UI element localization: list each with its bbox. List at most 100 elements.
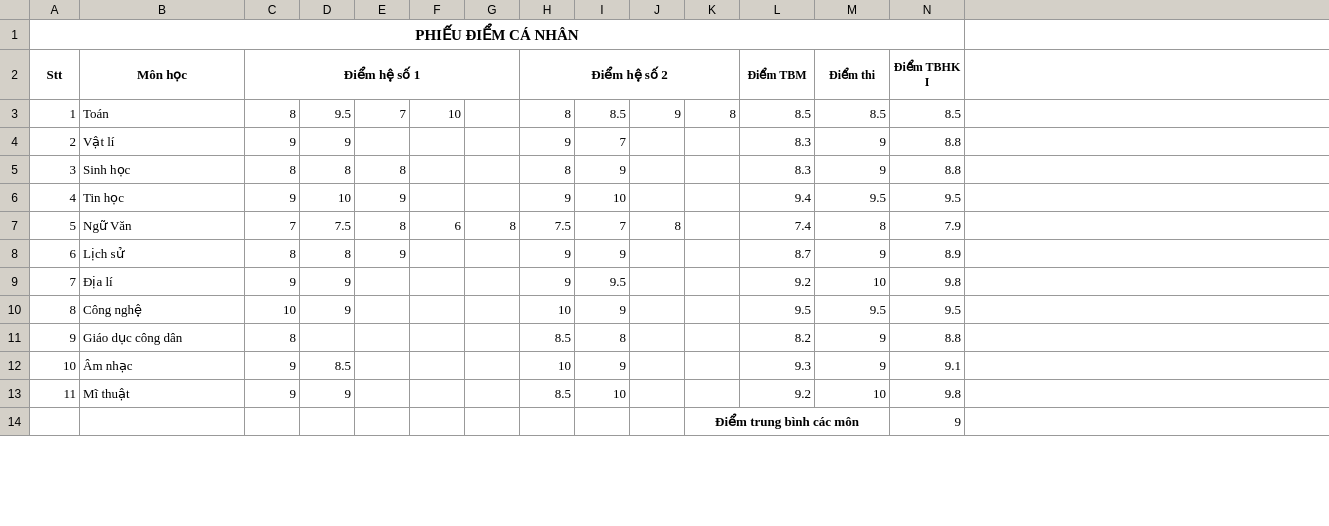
cell-7-k [685,212,740,239]
cell-8-d: 8 [300,240,355,267]
cell-13-g [465,380,520,407]
corner-cell [0,0,30,19]
cell-10-g [465,296,520,323]
cell-10-c: 10 [245,296,300,323]
cell-12-g [465,352,520,379]
cell-8-b: Lịch sử [80,240,245,267]
header-dtbhki: Điểm TBHK I [890,50,965,100]
spreadsheet: A B C D E F G H I J K L M N 1 PHIẾU ĐIỂM… [0,0,1329,526]
cell-10-j [630,296,685,323]
row-num-4: 4 [0,128,30,155]
cell-13-n: 9.8 [890,380,965,407]
cell-14-b [80,408,245,435]
cell-5-d: 8 [300,156,355,183]
cell-13-h: 8.5 [520,380,575,407]
cell-5-h: 8 [520,156,575,183]
cell-12-f [410,352,465,379]
cell-13-l: 9.2 [740,380,815,407]
cell-5-a: 3 [30,156,80,183]
cell-3-c: 8 [245,100,300,127]
cell-12-d: 8.5 [300,352,355,379]
cell-8-c: 8 [245,240,300,267]
cell-12-m: 9 [815,352,890,379]
row-2: 2 Stt Môn học Điểm hệ số 1 Điểm hệ số 2 [0,50,1329,100]
cell-9-b: Địa lí [80,268,245,295]
cell-4-i: 7 [575,128,630,155]
col-header-l: L [740,0,815,19]
cell-3-b: Toán [80,100,245,127]
cell-13-b: Mĩ thuật [80,380,245,407]
cell-4-b: Vật lí [80,128,245,155]
cell-3-f: 10 [410,100,465,127]
cell-7-c: 7 [245,212,300,239]
cell-6-b: Tin học [80,184,245,211]
cell-9-l: 9.2 [740,268,815,295]
cell-9-c: 9 [245,268,300,295]
cell-6-c: 9 [245,184,300,211]
row-14: 14 Điểm trung bình các môn 9 [0,408,1329,436]
cell-11-j [630,324,685,351]
cell-5-b: Sinh học [80,156,245,183]
cell-11-f [410,324,465,351]
cell-6-a: 4 [30,184,80,211]
row-num-12: 12 [0,352,30,379]
cell-7-h: 7.5 [520,212,575,239]
cell-4-j [630,128,685,155]
cell-7-d: 7.5 [300,212,355,239]
row-10: 10 8 Công nghệ 10 9 10 9 9.5 9.5 9.5 [0,296,1329,324]
cell-9-d: 9 [300,268,355,295]
cell-3-n: 8.5 [890,100,965,127]
cell-14-i [575,408,630,435]
cell-14-g [465,408,520,435]
cell-11-e [355,324,410,351]
cell-8-j [630,240,685,267]
cell-13-a: 11 [30,380,80,407]
row-12: 12 10 Âm nhạc 9 8.5 10 9 9.3 9 9.1 [0,352,1329,380]
cell-10-f [410,296,465,323]
cell-10-a: 8 [30,296,80,323]
cell-4-n: 8.8 [890,128,965,155]
header-dhs1: Điểm hệ số 1 [245,50,520,100]
cell-7-m: 8 [815,212,890,239]
cell-11-m: 9 [815,324,890,351]
cell-10-i: 9 [575,296,630,323]
cell-5-c: 8 [245,156,300,183]
row-num-14: 14 [0,408,30,435]
cell-9-n: 9.8 [890,268,965,295]
cell-5-g [465,156,520,183]
col-header-n: N [890,0,965,19]
cell-9-k [685,268,740,295]
cell-11-d [300,324,355,351]
cell-8-g [465,240,520,267]
cell-6-n: 9.5 [890,184,965,211]
cell-8-a: 6 [30,240,80,267]
cell-7-g: 8 [465,212,520,239]
row-num-10: 10 [0,296,30,323]
cell-9-i: 9.5 [575,268,630,295]
footer-value: 9 [890,408,965,435]
cell-12-j [630,352,685,379]
cell-4-a: 2 [30,128,80,155]
cell-13-j [630,380,685,407]
cell-3-g [465,100,520,127]
row-13: 13 11 Mĩ thuật 9 9 8.5 10 9.2 10 9.8 [0,380,1329,408]
row-num-7: 7 [0,212,30,239]
row-9: 9 7 Địa lí 9 9 9 9.5 9.2 10 9.8 [0,268,1329,296]
cell-9-f [410,268,465,295]
cell-11-c: 8 [245,324,300,351]
row-4: 4 2 Vật lí 9 9 9 7 8.3 9 8.8 [0,128,1329,156]
cell-12-a: 10 [30,352,80,379]
cell-12-h: 10 [520,352,575,379]
cell-14-f [410,408,465,435]
row-num-11: 11 [0,324,30,351]
cell-10-e [355,296,410,323]
cell-5-l: 8.3 [740,156,815,183]
cell-13-i: 10 [575,380,630,407]
cell-13-e [355,380,410,407]
cell-6-e: 9 [355,184,410,211]
cell-12-c: 9 [245,352,300,379]
cell-14-a [30,408,80,435]
col-header-k: K [685,0,740,19]
header-dtbm: Điểm TBM [740,50,815,100]
cell-3-l: 8.5 [740,100,815,127]
